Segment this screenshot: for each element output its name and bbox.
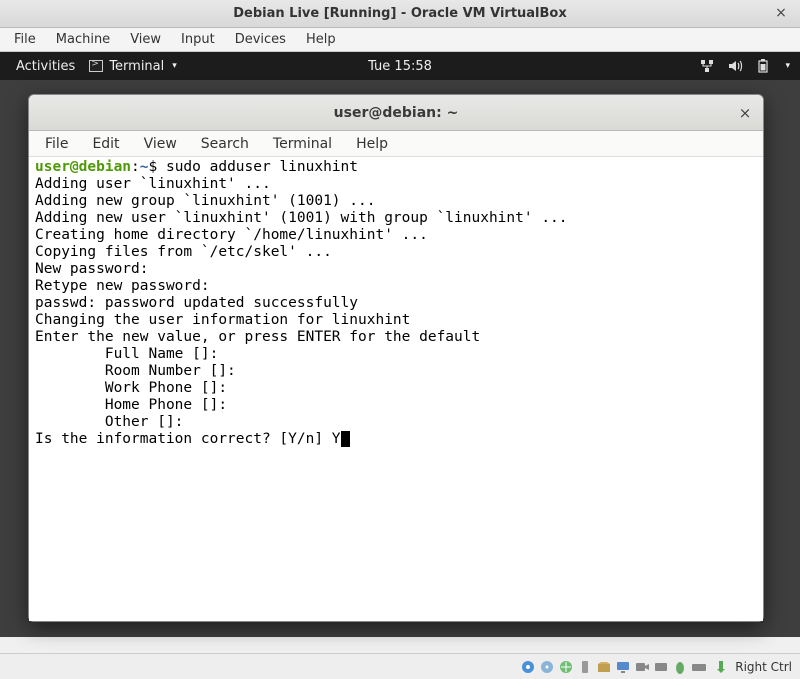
terminal-icon <box>89 60 103 72</box>
clock[interactable]: Tue 15:58 <box>368 59 432 74</box>
terminal-menu-edit[interactable]: Edit <box>80 134 131 154</box>
vbox-disc-icon[interactable] <box>539 659 555 675</box>
terminal-body[interactable]: user@debian:~$ sudo adduser linuxhint Ad… <box>29 157 763 621</box>
terminal-menubar: File Edit View Search Terminal Help <box>29 131 763 157</box>
vbox-menu-devices[interactable]: Devices <box>227 30 294 49</box>
vbox-usb-icon[interactable] <box>577 659 593 675</box>
vbox-menubar: File Machine View Input Devices Help <box>0 28 800 52</box>
terminal-menu-view[interactable]: View <box>132 134 189 154</box>
app-menu-button[interactable]: Terminal ▾ <box>81 59 184 74</box>
vbox-net-icon[interactable] <box>558 659 574 675</box>
vbox-input-icon[interactable] <box>653 659 669 675</box>
vbox-menu-machine[interactable]: Machine <box>48 30 118 49</box>
vbox-menu-input[interactable]: Input <box>173 30 223 49</box>
terminal-menu-search[interactable]: Search <box>189 134 261 154</box>
terminal-close-button[interactable]: × <box>735 103 755 123</box>
battery-icon <box>755 58 771 74</box>
terminal-menu-help[interactable]: Help <box>344 134 400 154</box>
app-menu-label: Terminal <box>109 59 164 74</box>
vbox-menu-help[interactable]: Help <box>298 30 344 49</box>
vbox-mouse-icon[interactable] <box>672 659 688 675</box>
vbox-titlebar: Debian Live [Running] - Oracle VM Virtua… <box>0 0 800 28</box>
tray-chevron-down-icon: ▾ <box>785 61 790 71</box>
guest-desktop: Activities Terminal ▾ Tue 15:58 ▾ user@d… <box>0 52 800 637</box>
terminal-window: user@debian: ~ × File Edit View Search T… <box>28 94 764 622</box>
terminal-titlebar[interactable]: user@debian: ~ × <box>29 95 763 131</box>
vbox-menu-file[interactable]: File <box>6 30 44 49</box>
vbox-hdd-icon[interactable] <box>520 659 536 675</box>
vbox-display-icon[interactable] <box>615 659 631 675</box>
hostkey-label: Right Ctrl <box>735 660 792 674</box>
vbox-record-icon[interactable] <box>634 659 650 675</box>
hostkey-arrow-icon <box>715 659 731 675</box>
gnome-top-bar: Activities Terminal ▾ Tue 15:58 ▾ <box>0 52 800 80</box>
volume-icon <box>727 58 743 74</box>
system-tray[interactable]: ▾ <box>699 58 790 74</box>
vbox-status-icons <box>520 659 707 675</box>
chevron-down-icon: ▾ <box>172 61 177 71</box>
vbox-status-bar: Right Ctrl <box>0 653 800 679</box>
vbox-menu-view[interactable]: View <box>122 30 169 49</box>
terminal-window-title: user@debian: ~ <box>334 105 459 121</box>
vbox-window-title: Debian Live [Running] - Oracle VM Virtua… <box>233 6 567 21</box>
vbox-keyboard-icon[interactable] <box>691 659 707 675</box>
terminal-menu-terminal[interactable]: Terminal <box>261 134 344 154</box>
vbox-hostkey-indicator[interactable]: Right Ctrl <box>715 659 792 675</box>
network-icon <box>699 58 715 74</box>
activities-button[interactable]: Activities <box>10 59 81 74</box>
vbox-close-button[interactable]: × <box>772 4 790 22</box>
terminal-menu-file[interactable]: File <box>33 134 80 154</box>
vbox-shared-icon[interactable] <box>596 659 612 675</box>
